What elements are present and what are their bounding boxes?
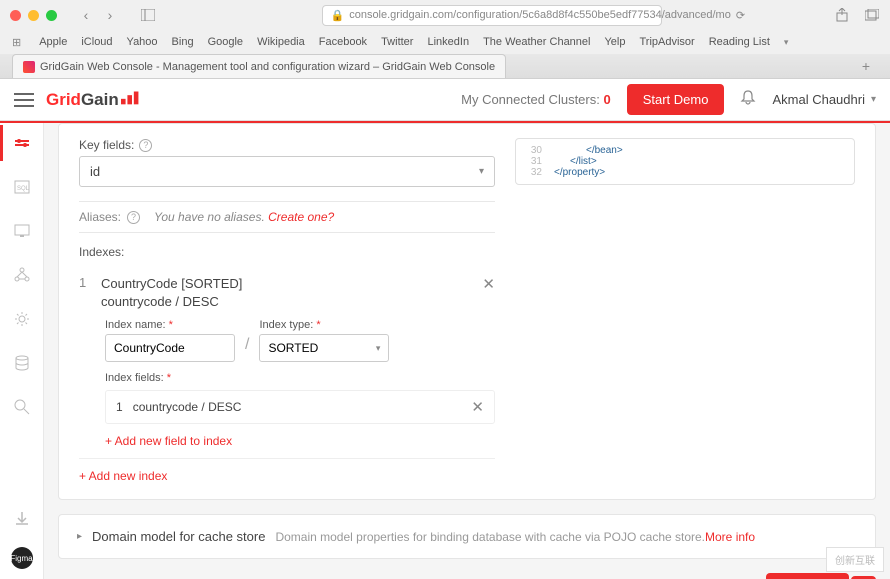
add-new-index-link[interactable]: + Add new index <box>79 469 167 483</box>
key-fields-label: Key fields: <box>79 138 134 152</box>
rail-download-icon[interactable] <box>12 509 32 529</box>
gridgain-logo[interactable]: GridGain <box>46 89 143 110</box>
browser-tab[interactable]: GridGain Web Console - Management tool a… <box>12 54 506 78</box>
bookmark-icloud[interactable]: iCloud <box>81 36 112 48</box>
hamburger-menu[interactable] <box>14 93 34 107</box>
key-fields-select[interactable]: id ▾ <box>79 156 495 187</box>
indexes-label: Indexes: <box>79 245 495 259</box>
remove-index-field-button[interactable]: ✕ <box>471 398 484 416</box>
bookmark-yahoo[interactable]: Yahoo <box>127 36 158 48</box>
index-item: 1 CountryCode [SORTED] countrycode / DES… <box>79 267 495 459</box>
browser-back[interactable]: ‹ <box>75 5 97 25</box>
window-maximize[interactable] <box>46 10 57 21</box>
key-fields-value: id <box>90 164 100 179</box>
field-separator: / <box>245 336 249 362</box>
user-name: Akmal Chaudhri <box>772 92 865 107</box>
rail-settings-icon[interactable] <box>12 309 32 329</box>
new-tab-button[interactable]: + <box>854 58 878 74</box>
index-name-label: Index name: <box>105 319 166 331</box>
bookmark-apple[interactable]: Apple <box>39 36 67 48</box>
tabs-icon[interactable] <box>864 7 880 23</box>
reload-icon[interactable]: ⟳ <box>736 9 745 22</box>
rail-cluster-icon[interactable] <box>12 265 32 285</box>
domain-model-desc: Domain model properties for binding data… <box>275 530 755 544</box>
rail-sql-icon[interactable]: SQL <box>12 177 32 197</box>
share-icon[interactable] <box>834 7 850 23</box>
aliases-empty-text: You have no aliases. <box>154 210 265 224</box>
bookmark-yelp[interactable]: Yelp <box>604 36 625 48</box>
aliases-label: Aliases: <box>79 210 121 224</box>
browser-sidebar-toggle[interactable] <box>137 5 159 25</box>
index-title: CountryCode [SORTED] countrycode / DESC <box>101 275 472 311</box>
expand-toggle[interactable]: ▸ <box>77 531 82 542</box>
add-field-to-index-link[interactable]: + Add new field to index <box>105 434 232 448</box>
bookmark-google[interactable]: Google <box>208 36 243 48</box>
remove-index-button[interactable]: ✕ <box>482 275 495 293</box>
notifications-icon[interactable] <box>740 89 756 110</box>
index-fields-label: Index fields: <box>105 372 164 384</box>
bookmark-twitter[interactable]: Twitter <box>381 36 413 48</box>
clusters-label: My Connected Clusters: 0 <box>461 92 611 107</box>
chevron-down-icon: ▾ <box>871 94 876 105</box>
bookmark-wikipedia[interactable]: Wikipedia <box>257 36 305 48</box>
bookmark-linkedin[interactable]: LinkedIn <box>427 36 469 48</box>
index-field-row: 1 countrycode / DESC ✕ <box>105 390 495 424</box>
index-number: 1 <box>79 275 91 290</box>
chevron-down-icon: ▾ <box>376 343 381 354</box>
rail-monitor-icon[interactable] <box>12 221 32 241</box>
rail-search-icon[interactable] <box>12 397 32 417</box>
rail-database-icon[interactable] <box>12 353 32 373</box>
save-button[interactable]: ✓ Save <box>766 573 849 579</box>
watermark: 创新互联 <box>826 547 884 572</box>
rail-config-icon[interactable] <box>12 133 32 153</box>
apps-icon[interactable]: ⊞ <box>12 36 21 49</box>
start-demo-button[interactable]: Start Demo <box>627 84 725 115</box>
browser-url-bar[interactable]: 🔒 console.gridgain.com/configuration/5c6… <box>322 5 662 26</box>
bookmark-readinglist[interactable]: Reading List <box>709 36 770 48</box>
url-text: console.gridgain.com/configuration/5c6a8… <box>349 9 731 21</box>
lock-icon: 🔒 <box>331 9 345 22</box>
window-close[interactable] <box>10 10 21 21</box>
code-preview: 30</bean> 31</list> 32</property> <box>515 138 855 185</box>
logo-gain: Gain <box>81 90 119 110</box>
chevron-down-icon: ▾ <box>479 166 484 177</box>
index-type-select[interactable]: SORTED ▾ <box>259 334 389 362</box>
cancel-button[interactable]: Cancel <box>690 574 754 579</box>
clusters-count: 0 <box>603 92 610 107</box>
tab-title: GridGain Web Console - Management tool a… <box>40 61 495 73</box>
index-field-number: 1 <box>116 400 123 414</box>
help-icon[interactable]: ? <box>127 211 140 224</box>
index-name-input[interactable] <box>105 334 235 362</box>
bookmark-facebook[interactable]: Facebook <box>319 36 367 48</box>
index-field-value: countrycode / DESC <box>133 400 242 414</box>
more-info-link[interactable]: More info <box>705 530 755 544</box>
logo-bars-icon <box>121 89 143 105</box>
tab-favicon <box>23 61 35 73</box>
index-type-label: Index type: <box>259 319 313 331</box>
browser-forward[interactable]: › <box>99 5 121 25</box>
user-menu[interactable]: Akmal Chaudhri ▾ <box>772 92 876 107</box>
svg-text:SQL: SQL <box>17 186 30 192</box>
chevron-down-icon[interactable]: ▾ <box>784 37 789 48</box>
bookmark-bing[interactable]: Bing <box>172 36 194 48</box>
help-icon[interactable]: ? <box>139 139 152 152</box>
figma-badge[interactable]: Figma <box>11 547 33 569</box>
bookmark-tripadvisor[interactable]: TripAdvisor <box>640 36 695 48</box>
bookmark-weather[interactable]: The Weather Channel <box>483 36 590 48</box>
window-minimize[interactable] <box>28 10 39 21</box>
window-traffic-lights[interactable] <box>10 10 57 21</box>
logo-grid: Grid <box>46 90 81 110</box>
domain-model-title: Domain model for cache store <box>92 529 265 544</box>
aliases-create-link[interactable]: Create one? <box>268 210 334 224</box>
